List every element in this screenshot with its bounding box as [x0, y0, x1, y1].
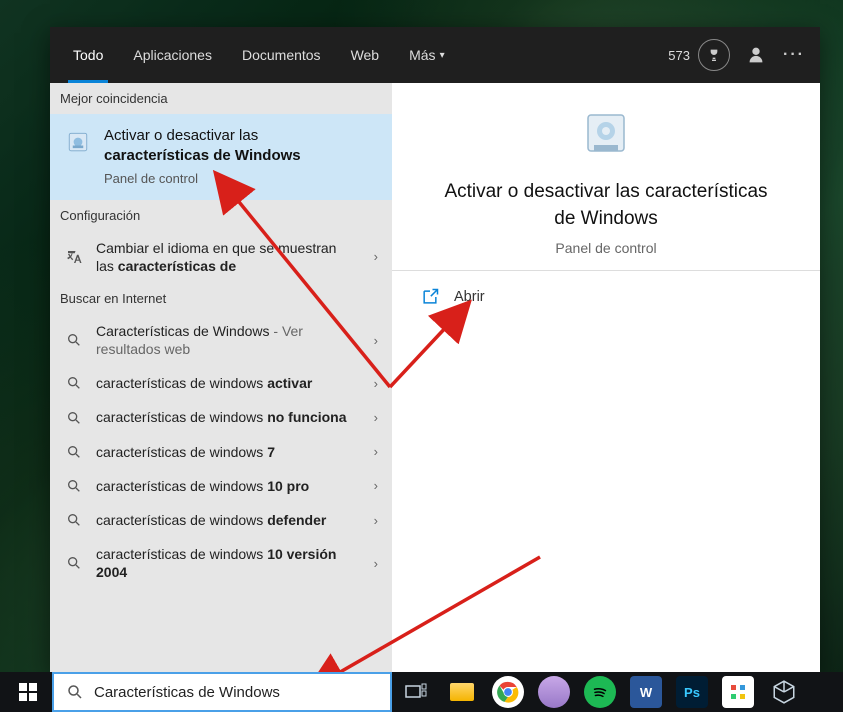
cube-icon: [771, 679, 797, 705]
chevron-right-icon[interactable]: ›: [370, 556, 382, 571]
app-button-3[interactable]: [762, 672, 806, 712]
web-result-label: características de windows 10 pro: [96, 477, 358, 495]
best-match-subtitle: Panel de control: [104, 171, 301, 186]
settings-item-label: Cambiar el idioma en que se muestran las…: [96, 239, 358, 275]
web-result-label: Características de Windows - Ver resulta…: [96, 322, 358, 358]
search-bar[interactable]: [52, 672, 392, 712]
windows-features-icon: [578, 107, 634, 163]
tab-web[interactable]: Web: [336, 27, 395, 83]
tab-documents[interactable]: Documentos: [227, 27, 336, 83]
trophy-icon: [706, 47, 722, 63]
tab-more[interactable]: Más ▾: [394, 27, 459, 83]
search-icon: [64, 512, 84, 528]
app-button-1[interactable]: [532, 672, 576, 712]
chevron-down-icon: ▾: [440, 50, 445, 61]
results-list: Mejor coincidencia Activar o desactivar …: [50, 83, 392, 674]
search-icon: [64, 332, 84, 348]
chevron-right-icon[interactable]: ›: [370, 249, 382, 264]
person-icon: [745, 44, 767, 66]
generic-app-icon: [722, 676, 754, 708]
search-input[interactable]: [94, 684, 378, 701]
tab-more-label: Más: [409, 47, 435, 63]
search-icon: [66, 683, 84, 701]
generic-app-icon: [538, 676, 570, 708]
open-icon: [420, 287, 440, 307]
web-result-label: características de windows no funciona: [96, 408, 358, 426]
spotify-button[interactable]: [578, 672, 622, 712]
preview-pane: Activar o desactivar las características…: [392, 83, 820, 674]
windows-logo-icon: [19, 683, 37, 701]
web-result-item[interactable]: características de windows 10 versión 20…: [50, 537, 392, 589]
search-icon: [64, 478, 84, 494]
search-panel: Todo Aplicaciones Documentos Web Más ▾ 5…: [50, 27, 820, 674]
web-result-item[interactable]: características de windows no funciona ›: [50, 400, 392, 434]
web-result-label: características de windows 7: [96, 443, 358, 461]
account-button[interactable]: [740, 39, 772, 71]
chevron-right-icon[interactable]: ›: [370, 410, 382, 425]
web-result-item[interactable]: características de windows 10 pro ›: [50, 469, 392, 503]
chevron-right-icon[interactable]: ›: [370, 333, 382, 348]
language-icon: [64, 248, 84, 266]
file-explorer-button[interactable]: [440, 672, 484, 712]
chevron-right-icon[interactable]: ›: [370, 376, 382, 391]
section-web-search: Buscar en Internet: [50, 283, 392, 314]
chrome-icon: [492, 676, 524, 708]
tab-all[interactable]: Todo: [58, 27, 118, 83]
folder-icon: [450, 683, 474, 701]
best-match-item[interactable]: Activar o desactivar las características…: [50, 114, 392, 200]
web-result-item[interactable]: características de windows activar ›: [50, 366, 392, 400]
tab-apps-label: Aplicaciones: [133, 47, 212, 63]
tab-all-label: Todo: [73, 47, 103, 63]
word-icon: W: [630, 676, 662, 708]
chevron-right-icon[interactable]: ›: [370, 444, 382, 459]
settings-item-language[interactable]: Cambiar el idioma en que se muestran las…: [50, 231, 392, 283]
taskbar: W Ps: [0, 672, 843, 712]
photoshop-button[interactable]: Ps: [670, 672, 714, 712]
web-result-item[interactable]: características de windows defender ›: [50, 503, 392, 537]
search-icon: [64, 444, 84, 460]
windows-features-icon: [64, 128, 92, 156]
rewards-points: 573: [668, 48, 690, 63]
start-button[interactable]: [6, 672, 50, 712]
word-button[interactable]: W: [624, 672, 668, 712]
web-result-label: características de windows defender: [96, 511, 358, 529]
search-icon: [64, 375, 84, 391]
task-view-button[interactable]: [394, 672, 438, 712]
open-label: Abrir: [454, 289, 485, 305]
task-view-icon: [405, 683, 427, 701]
chevron-right-icon[interactable]: ›: [370, 478, 382, 493]
best-match-title: Activar o desactivar las características…: [104, 126, 301, 167]
web-result-label: características de windows activar: [96, 374, 358, 392]
app-button-2[interactable]: [716, 672, 760, 712]
web-result-item[interactable]: Características de Windows - Ver resulta…: [50, 314, 392, 366]
search-icon: [64, 410, 84, 426]
section-configuration: Configuración: [50, 200, 392, 231]
tab-documents-label: Documentos: [242, 47, 321, 63]
section-best-match: Mejor coincidencia: [50, 83, 392, 114]
spotify-icon: [584, 676, 616, 708]
more-options-button[interactable]: ···: [776, 37, 812, 73]
chrome-button[interactable]: [486, 672, 530, 712]
tab-web-label: Web: [351, 47, 380, 63]
web-result-label: características de windows 10 versión 20…: [96, 545, 358, 581]
web-result-item[interactable]: características de windows 7 ›: [50, 435, 392, 469]
search-icon: [64, 555, 84, 571]
preview-subtitle: Panel de control: [416, 240, 796, 256]
rewards-button[interactable]: [698, 39, 730, 71]
photoshop-icon: Ps: [676, 676, 708, 708]
preview-title: Activar o desactivar las características…: [416, 179, 796, 232]
chevron-right-icon[interactable]: ›: [370, 513, 382, 528]
ellipsis-icon: ···: [783, 46, 805, 64]
tab-bar: Todo Aplicaciones Documentos Web Más ▾ 5…: [50, 27, 820, 83]
tab-apps[interactable]: Aplicaciones: [118, 27, 227, 83]
open-action[interactable]: Abrir: [392, 271, 820, 323]
